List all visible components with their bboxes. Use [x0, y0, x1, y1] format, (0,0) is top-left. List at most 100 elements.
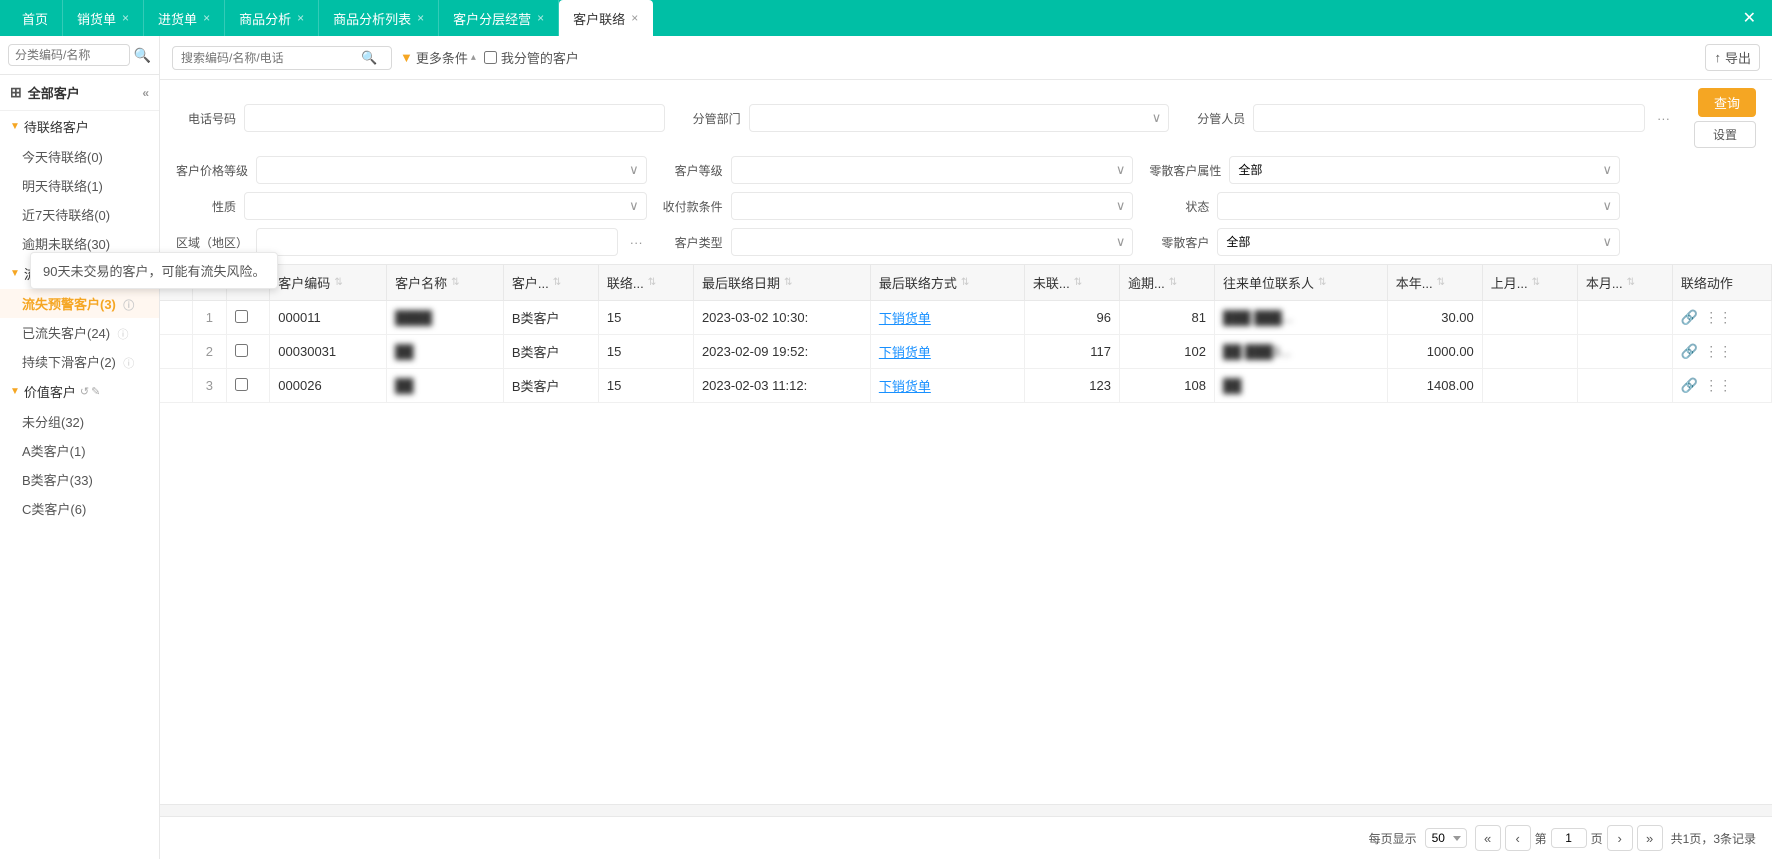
row-checkbox[interactable] — [227, 335, 270, 369]
tab-sales-close[interactable]: × — [122, 11, 129, 25]
price-level-select[interactable] — [256, 156, 647, 184]
row-action[interactable]: 🔗 ⋮⋮ — [1672, 369, 1771, 403]
close-all-tabs[interactable]: ✕ — [1735, 8, 1764, 28]
tab-customer-layer[interactable]: 客户分层经营 × — [439, 0, 559, 36]
row-select-checkbox[interactable] — [235, 344, 248, 357]
row-action[interactable]: 🔗 ⋮⋮ — [1672, 335, 1771, 369]
sidebar-item-ungrouped[interactable]: 未分组(32) — [0, 407, 159, 436]
sidebar-all-customers[interactable]: ⊞ 全部客户 « — [0, 75, 159, 111]
sidebar-search-icon[interactable]: 🔍 — [134, 47, 151, 64]
per-page-select[interactable]: 50 — [1425, 828, 1467, 848]
sidebar-item-c-class[interactable]: C类客户(6) — [0, 494, 159, 523]
row-checkbox[interactable] — [227, 369, 270, 403]
search-input[interactable] — [181, 51, 361, 65]
action-menu-icon[interactable]: ⋮⋮ — [1704, 343, 1732, 360]
horizontal-scrollbar[interactable] — [160, 804, 1772, 816]
person-input[interactable] — [1253, 104, 1645, 132]
sidebar-item-churn-warning[interactable]: 流失预警客户(3) ⓘ — [0, 289, 159, 318]
last-page-btn[interactable]: » — [1637, 825, 1663, 851]
search-btn-icon[interactable]: 🔍 — [361, 50, 377, 66]
sidebar-search-input[interactable] — [8, 44, 130, 66]
my-customers-checkbox[interactable] — [484, 51, 497, 64]
sidebar-item-7days[interactable]: 近7天待联络(0) — [0, 200, 159, 229]
sort-type-icon[interactable]: ⇅ — [553, 277, 561, 288]
first-page-btn[interactable]: « — [1475, 825, 1501, 851]
payment-select[interactable] — [731, 192, 1134, 220]
th-overdue[interactable]: 逾期... ⇅ — [1119, 265, 1214, 301]
value-refresh-icon[interactable]: ↺ — [80, 385, 89, 398]
tab-goods-analysis-close[interactable]: × — [297, 11, 304, 25]
tab-goods-list-close[interactable]: × — [417, 11, 424, 25]
sort-last-way-icon[interactable]: ⇅ — [961, 277, 969, 288]
action-link-icon[interactable]: 🔗 — [1681, 309, 1698, 326]
tab-goods-analysis[interactable]: 商品分析 × — [225, 0, 319, 36]
th-this-year[interactable]: 本年... ⇅ — [1387, 265, 1482, 301]
tab-goods-list[interactable]: 商品分析列表 × — [319, 0, 439, 36]
sort-this-year-icon[interactable]: ⇅ — [1437, 277, 1445, 288]
customer-type-select[interactable] — [731, 228, 1134, 256]
prev-page-btn[interactable]: ‹ — [1505, 825, 1531, 851]
sort-last-month-icon[interactable]: ⇅ — [1532, 277, 1540, 288]
sidebar-item-today[interactable]: 今天待联络(0) — [0, 142, 159, 171]
tab-customer-layer-close[interactable]: × — [537, 11, 544, 25]
retail-customer-select[interactable]: 全部 — [1217, 228, 1620, 256]
tab-home[interactable]: 首页 — [8, 0, 63, 36]
dept-select[interactable] — [749, 104, 1170, 132]
th-no-contact[interactable]: 未联... ⇅ — [1024, 265, 1119, 301]
sort-name-icon[interactable]: ⇅ — [451, 277, 459, 288]
sort-this-month-icon[interactable]: ⇅ — [1627, 277, 1635, 288]
nature-select[interactable] — [244, 192, 647, 220]
tab-customer-contact[interactable]: 客户联络 × — [559, 0, 653, 36]
th-last-way[interactable]: 最后联络方式 ⇅ — [870, 265, 1024, 301]
section-value[interactable]: ▼ 价值客户 ↺ ✎ — [0, 376, 159, 407]
customer-level-select[interactable] — [731, 156, 1134, 184]
row-select-checkbox[interactable] — [235, 378, 248, 391]
th-code[interactable]: 客户编码 ⇅ — [270, 265, 387, 301]
sidebar-item-churned[interactable]: 已流失客户(24) ⓘ — [0, 318, 159, 347]
sort-last-date-icon[interactable]: ⇅ — [784, 277, 792, 288]
sidebar-item-tomorrow[interactable]: 明天待联络(1) — [0, 171, 159, 200]
row-last-way[interactable]: 下销货单 — [870, 335, 1024, 369]
my-customers-checkbox-wrap[interactable]: 我分管的客户 — [484, 48, 579, 67]
action-menu-icon[interactable]: ⋮⋮ — [1704, 309, 1732, 326]
row-select-checkbox[interactable] — [235, 310, 248, 323]
row-checkbox[interactable] — [227, 301, 270, 335]
next-page-btn[interactable]: › — [1607, 825, 1633, 851]
status-select[interactable] — [1217, 192, 1620, 220]
th-contact[interactable]: 联络... ⇅ — [598, 265, 693, 301]
tab-purchase-close[interactable]: × — [203, 11, 210, 25]
row-last-way[interactable]: 下销货单 — [870, 301, 1024, 335]
action-menu-icon[interactable]: ⋮⋮ — [1704, 377, 1732, 394]
sidebar-item-a-class[interactable]: A类客户(1) — [0, 436, 159, 465]
retail-attr-select[interactable]: 全部 — [1229, 156, 1620, 184]
phone-input[interactable] — [244, 104, 665, 132]
tab-sales[interactable]: 销货单 × — [63, 0, 144, 36]
row-last-way[interactable]: 下销货单 — [870, 369, 1024, 403]
person-more-icon[interactable]: ··· — [1653, 111, 1674, 126]
region-input[interactable] — [256, 228, 618, 256]
settings-btn[interactable]: 设置 — [1694, 121, 1756, 148]
th-this-month[interactable]: 本月... ⇅ — [1577, 265, 1672, 301]
sidebar-item-b-class[interactable]: B类客户(33) — [0, 465, 159, 494]
th-last-month[interactable]: 上月... ⇅ — [1482, 265, 1577, 301]
th-last-date[interactable]: 最后联络日期 ⇅ — [693, 265, 870, 301]
sidebar-item-declining[interactable]: 持续下滑客户(2) ⓘ — [0, 347, 159, 376]
sort-contact-icon[interactable]: ⇅ — [648, 277, 656, 288]
section-pending[interactable]: ▼ 待联络客户 — [0, 111, 159, 142]
value-settings-icon[interactable]: ✎ — [91, 385, 100, 398]
page-input[interactable] — [1551, 828, 1587, 848]
export-btn[interactable]: ↑ 导出 — [1705, 44, 1760, 71]
th-contacts-person[interactable]: 往来单位联系人 ⇅ — [1214, 265, 1387, 301]
th-type[interactable]: 客户... ⇅ — [503, 265, 598, 301]
collapse-icon[interactable]: « — [142, 86, 149, 100]
row-action[interactable]: 🔗 ⋮⋮ — [1672, 301, 1771, 335]
sort-contacts-icon[interactable]: ⇅ — [1318, 277, 1326, 288]
tab-purchase[interactable]: 进货单 × — [144, 0, 225, 36]
sort-no-contact-icon[interactable]: ⇅ — [1074, 277, 1082, 288]
region-more-icon[interactable]: ··· — [626, 235, 647, 250]
more-conditions-btn[interactable]: ▼ 更多条件 ▴ — [400, 48, 476, 67]
tab-customer-contact-close[interactable]: × — [631, 11, 638, 25]
sort-code-icon[interactable]: ⇅ — [334, 277, 342, 288]
action-link-icon[interactable]: 🔗 — [1681, 343, 1698, 360]
query-btn[interactable]: 查询 — [1698, 88, 1756, 117]
